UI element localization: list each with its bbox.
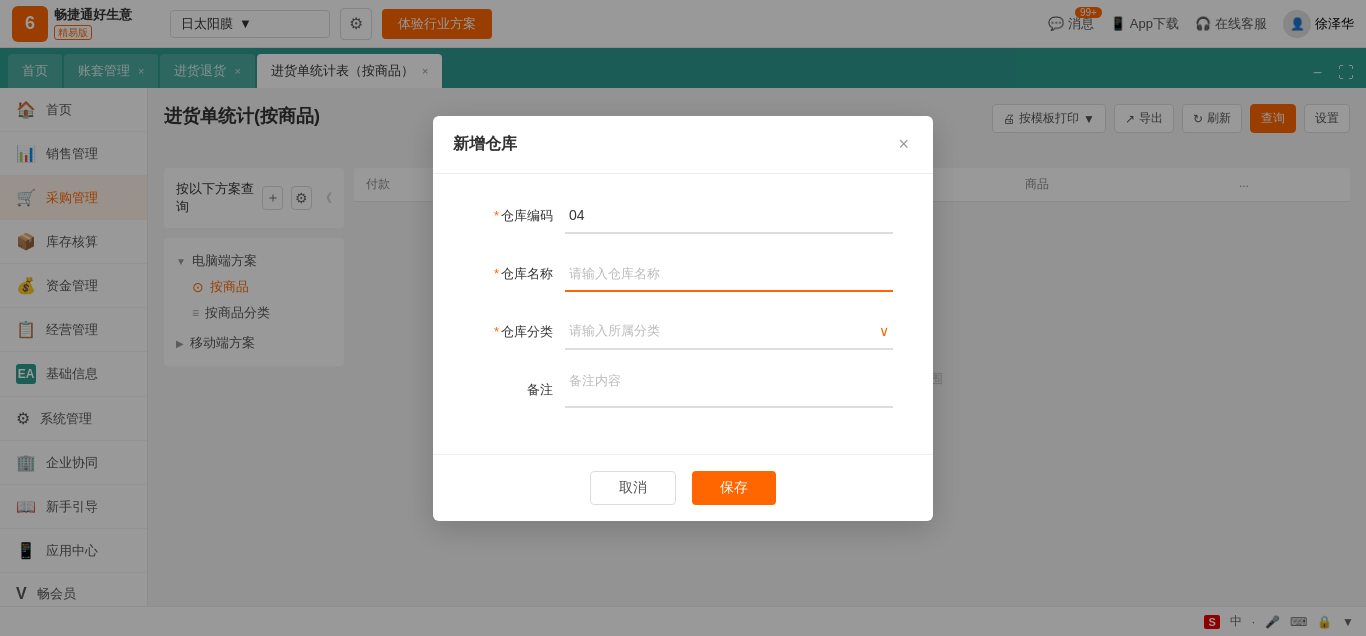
modal-close-button[interactable]: × [894,132,913,157]
form-row-name: *仓库名称 [473,256,893,292]
modal-header: 新增仓库 × [433,116,933,174]
code-label: *仓库编码 [473,207,553,225]
name-input[interactable] [565,256,893,292]
note-input[interactable] [565,372,893,408]
modal-overlay: 新增仓库 × *仓库编码 *仓库名称 *仓库分类 [0,0,1366,636]
form-row-code: *仓库编码 [473,198,893,234]
add-warehouse-modal: 新增仓库 × *仓库编码 *仓库名称 *仓库分类 [433,116,933,521]
modal-title: 新增仓库 [453,134,517,155]
note-label: 备注 [473,381,553,399]
category-label: *仓库分类 [473,323,553,341]
form-row-category: *仓库分类 请输入所属分类 ∨ [473,314,893,350]
category-dropdown-icon: ∨ [879,323,889,339]
cancel-button[interactable]: 取消 [590,471,676,505]
category-select[interactable]: 请输入所属分类 ∨ [565,314,893,350]
name-label: *仓库名称 [473,265,553,283]
save-button[interactable]: 保存 [692,471,776,505]
code-input[interactable] [565,198,893,234]
modal-body: *仓库编码 *仓库名称 *仓库分类 请输入所属分类 ∨ [433,174,933,454]
modal-footer: 取消 保存 [433,454,933,521]
form-row-note: 备注 [473,372,893,408]
